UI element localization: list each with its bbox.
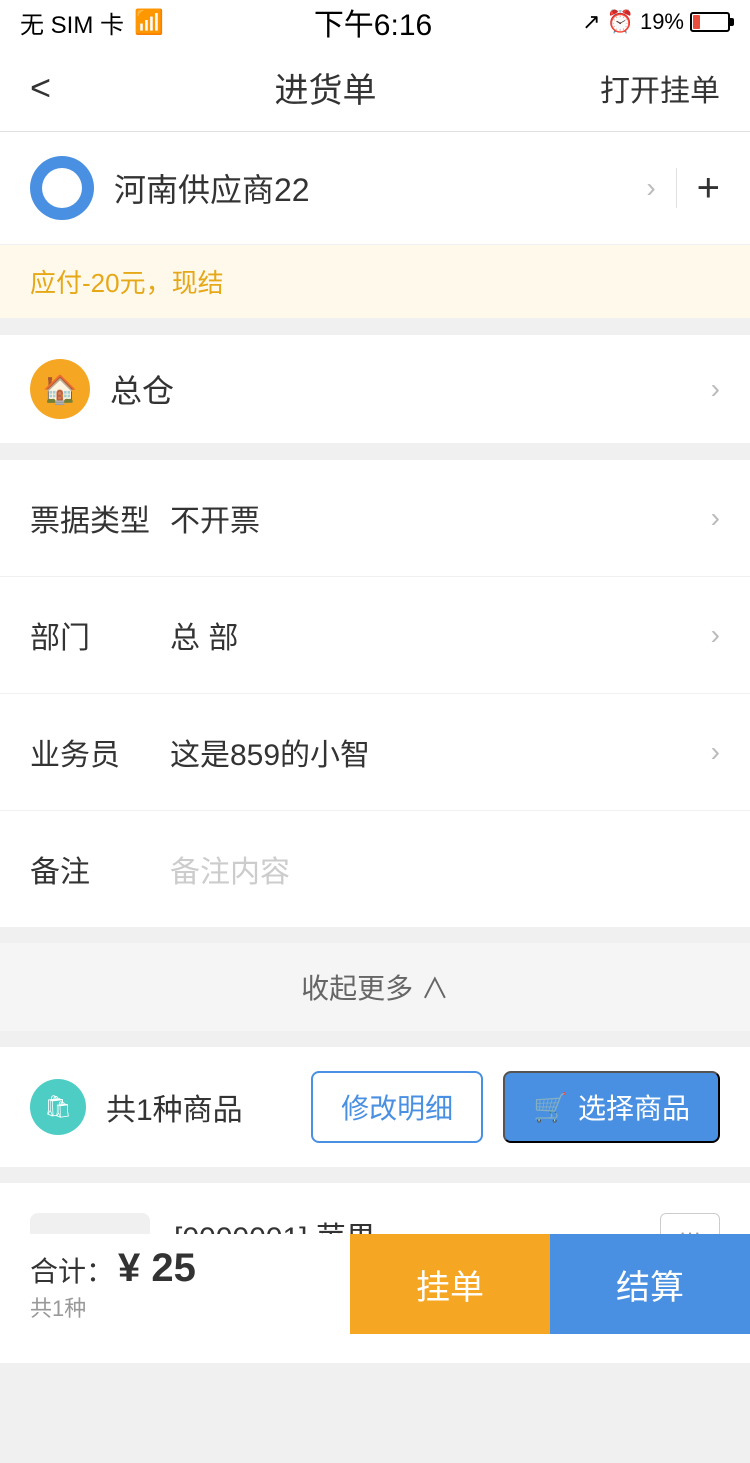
warehouse-row[interactable]: 🏠 总仓 › (0, 335, 750, 443)
product-count-text: 共1种商品 (106, 1085, 291, 1129)
salesperson-label: 业务员 (30, 730, 170, 774)
select-cart-icon: 🛒 (533, 1091, 568, 1124)
open-hang-button[interactable]: 打开挂单 (600, 66, 720, 110)
invoice-value: 不开票 (170, 496, 701, 540)
status-left: 无 SIM 卡 📶 (20, 5, 164, 40)
status-right: ↗ ⏰ 19% (582, 9, 730, 35)
vertical-divider (676, 168, 677, 208)
dept-label: 部门 (30, 613, 170, 657)
page-title: 进货单 (275, 63, 377, 112)
product-count-icon: 🛍 (30, 1079, 86, 1135)
status-time: 下午6:16 (314, 0, 432, 44)
hang-button[interactable]: 挂单 (350, 1234, 550, 1334)
salesperson-value: 这是859的小智 (170, 730, 701, 774)
alarm-icon: ⏰ (607, 9, 634, 35)
total-amount: ¥ 25 (118, 1246, 196, 1291)
dept-value: 总 部 (170, 613, 701, 657)
notice-text: 应付-20元，现结 (30, 268, 224, 298)
carrier-text: 无 SIM 卡 (20, 5, 124, 40)
modify-detail-button[interactable]: 修改明细 (311, 1071, 483, 1143)
salesperson-row[interactable]: 业务员 这是859的小智 › (0, 693, 750, 810)
bottom-bar: 合计： ¥ 25 共1种 挂单 结算 (0, 1234, 750, 1334)
collapse-label: 收起更多 ∧ (301, 973, 449, 1004)
battery-percent: 19% (640, 9, 684, 35)
nav-bar: < 进货单 打开挂单 (0, 44, 750, 132)
salesperson-chevron-icon: › (711, 736, 720, 768)
supplier-section: 河南供应商22 › + 应付-20元，现结 (0, 132, 750, 319)
cart-icon: 🛍 (44, 1094, 72, 1120)
total-count: 共1种 (30, 1291, 320, 1323)
total-section: 合计： ¥ 25 共1种 (0, 1234, 350, 1334)
status-bar: 无 SIM 卡 📶 下午6:16 ↗ ⏰ 19% (0, 0, 750, 44)
invoice-row[interactable]: 票据类型 不开票 › (0, 459, 750, 576)
warehouse-section: 🏠 总仓 › (0, 335, 750, 443)
warehouse-chevron-icon: › (711, 373, 720, 405)
invoice-chevron-icon: › (711, 502, 720, 534)
supplier-name: 河南供应商22 (114, 165, 636, 211)
add-supplier-button[interactable]: + (697, 166, 720, 211)
remark-label: 备注 (30, 847, 170, 891)
warehouse-name: 总仓 (110, 366, 701, 412)
product-header: 🛍 共1种商品 修改明细 🛒 选择商品 (0, 1047, 750, 1167)
hang-label: 挂单 (416, 1260, 484, 1309)
checkout-label: 结算 (616, 1260, 684, 1309)
warehouse-icon: 🏠 (30, 359, 90, 419)
back-button[interactable]: < (30, 67, 51, 109)
notice-row: 应付-20元，现结 (0, 245, 750, 319)
dept-chevron-icon: › (711, 619, 720, 651)
location-icon: ↗ (582, 9, 600, 35)
house-icon: 🏠 (43, 373, 78, 406)
avatar-inner (42, 168, 82, 208)
collapse-toggle[interactable]: 收起更多 ∧ (0, 943, 750, 1031)
total-label: 合计： (30, 1250, 114, 1290)
select-product-button[interactable]: 🛒 选择商品 (503, 1071, 720, 1143)
remark-row[interactable]: 备注 备注内容 (0, 810, 750, 927)
chevron-right-icon: › (646, 172, 655, 204)
products-section: 🛍 共1种商品 修改明细 🛒 选择商品 (0, 1047, 750, 1167)
remark-input[interactable]: 备注内容 (170, 847, 720, 891)
checkout-button[interactable]: 结算 (550, 1234, 750, 1334)
dept-row[interactable]: 部门 总 部 › (0, 576, 750, 693)
form-section: 票据类型 不开票 › 部门 总 部 › 业务员 这是859的小智 › 备注 备注… (0, 459, 750, 927)
supplier-avatar (30, 156, 94, 220)
battery-icon (690, 12, 730, 32)
supplier-row[interactable]: 河南供应商22 › + (0, 132, 750, 245)
select-product-label: 选择商品 (578, 1087, 690, 1127)
invoice-label: 票据类型 (30, 496, 170, 540)
wifi-icon: 📶 (134, 8, 164, 37)
